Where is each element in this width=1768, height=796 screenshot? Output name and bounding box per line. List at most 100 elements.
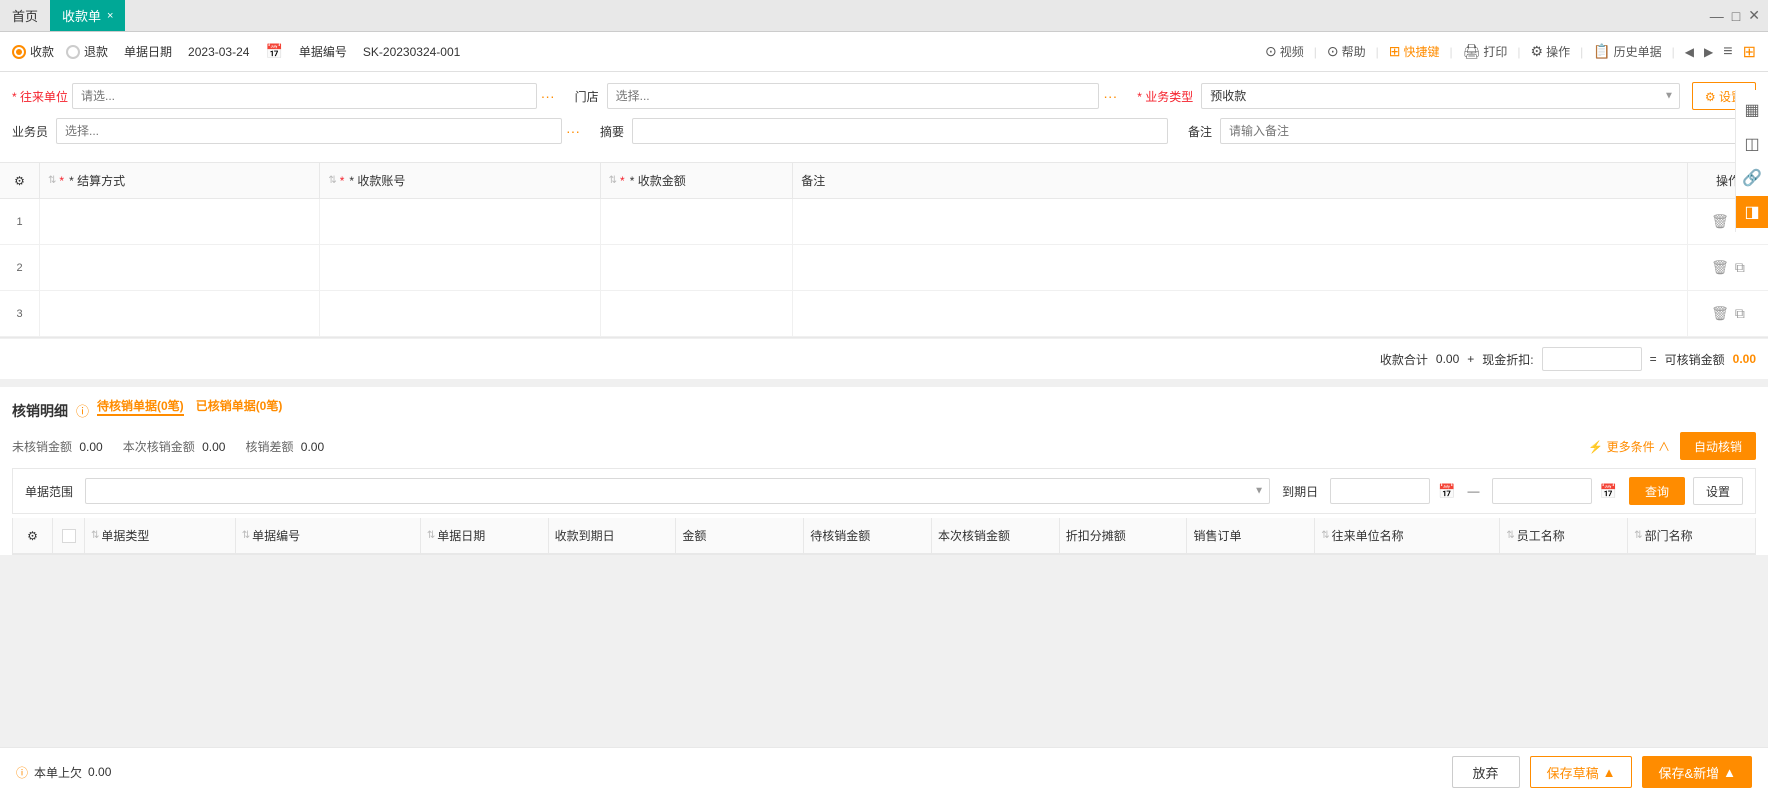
window-close-icon[interactable]: ✕ xyxy=(1748,7,1760,24)
row-delete-icon-2[interactable]: 🗑 xyxy=(1711,259,1729,276)
bottom-th-gear[interactable]: ⚙ xyxy=(13,518,53,553)
row-delete-icon-1[interactable]: 🗑 xyxy=(1711,213,1729,230)
bottom-th-salesorder-label: 销售订单 xyxy=(1193,527,1241,544)
row-remark-2[interactable] xyxy=(793,245,1688,290)
summary-label: 摘要 xyxy=(600,123,624,140)
layout-grid-icon[interactable]: ⊞ xyxy=(1743,42,1756,62)
save-draft-button[interactable]: 保存草稿 ▲ xyxy=(1530,756,1633,788)
total-value: 0.00 xyxy=(1436,352,1459,366)
row-delete-icon-3[interactable]: 🗑 xyxy=(1711,305,1729,322)
bottom-th-amount: 金额 xyxy=(676,518,804,553)
bottom-table-header: ⚙ ⇅ 单据类型 ⇅ 单据编号 ⇅ 单据日期 收款到期日 金额 xyxy=(13,518,1755,554)
settings-icon: ⚙ xyxy=(1705,90,1716,104)
staff-label: 业务员 xyxy=(12,123,48,140)
row-account-2[interactable] xyxy=(320,245,600,290)
nav-next-icon[interactable]: ▶ xyxy=(1704,45,1713,59)
verify-actions: ⚡ 更多条件 ∧ 自动核销 xyxy=(1588,432,1756,460)
video-label: 视频 xyxy=(1280,43,1304,60)
row-num-3: 3 xyxy=(0,291,40,336)
receipt-radio[interactable]: 收款 xyxy=(12,43,54,60)
row-settlement-1[interactable] xyxy=(40,199,320,244)
sidebar-doc-icon[interactable]: ◫ xyxy=(1736,128,1768,160)
operation-label: 操作 xyxy=(1546,43,1570,60)
discard-button[interactable]: 放弃 xyxy=(1452,756,1520,788)
due-date-start-input[interactable]: 2022-04-01 xyxy=(1330,478,1430,504)
more-conditions-btn[interactable]: ⚡ 更多条件 ∧ xyxy=(1588,438,1670,455)
row-copy-icon-3[interactable]: ⧉ xyxy=(1735,305,1745,322)
counterparty-field: * 往来单位 ··· xyxy=(12,83,555,109)
section-info-icon[interactable]: ⓘ xyxy=(76,401,89,420)
tab-receipt[interactable]: 收款单 × xyxy=(50,0,125,31)
row-remark-3[interactable] xyxy=(793,291,1688,336)
discount-label: 现金折扣: xyxy=(1482,351,1533,368)
date-range-label: 单据范围 xyxy=(25,483,73,500)
row-amount-2[interactable] xyxy=(601,245,794,290)
counterparty-input[interactable] xyxy=(72,83,537,109)
due-date-end-input[interactable]: 2022-04-12 xyxy=(1492,478,1592,504)
window-minimize-icon[interactable]: — xyxy=(1710,8,1724,24)
pending-tab[interactable]: 待核销单据(0笔) xyxy=(97,397,184,416)
row-settlement-3[interactable] xyxy=(40,291,320,336)
query-button[interactable]: 查询 xyxy=(1629,477,1685,505)
row-account-1[interactable] xyxy=(320,199,600,244)
print-btn[interactable]: 🖨 打印 xyxy=(1463,43,1508,60)
summary-row: 收款合计 0.00 + 现金折扣: = 可核销金额 0.00 xyxy=(0,338,1768,379)
table-row: 3 🗑 ⧉ xyxy=(0,291,1768,337)
staff-more-icon[interactable]: ··· xyxy=(566,123,580,139)
th-remark: 备注 xyxy=(793,163,1688,198)
cal-end-icon[interactable]: 📅 xyxy=(1600,483,1617,500)
sort-counterparty-icon: ⇅ xyxy=(1321,530,1329,541)
date-label: 单据日期 xyxy=(124,43,172,60)
unverified-label: 未核销金额 0.00 xyxy=(12,438,103,455)
row-copy-icon-2[interactable]: ⧉ xyxy=(1735,259,1745,276)
store-input[interactable] xyxy=(607,83,1100,109)
summary-input[interactable] xyxy=(632,118,1168,144)
current-verify-label-text: 本次核销金额 xyxy=(123,440,195,454)
store-more-icon[interactable]: ··· xyxy=(1103,88,1117,104)
cal-start-icon[interactable]: 📅 xyxy=(1438,483,1455,500)
save-new-label: 保存&新增 xyxy=(1658,763,1719,782)
layout-list-icon[interactable]: ≡ xyxy=(1723,43,1732,61)
sidebar-table-icon[interactable]: ▦ xyxy=(1736,94,1768,126)
section-title-text: 核销明细 xyxy=(12,401,68,421)
refund-radio[interactable]: 退款 xyxy=(66,43,108,60)
toolbar-actions: ⊙ 视频 | ⊙ 帮助 | ⊞ 快捷键 | 🖨 打印 | ⚙ 操作 | 📋 历史… xyxy=(1265,42,1756,62)
row-amount-1[interactable] xyxy=(601,199,794,244)
video-btn[interactable]: ⊙ 视频 xyxy=(1265,43,1304,60)
history-label: 历史单据 xyxy=(1614,43,1662,60)
auto-verify-button[interactable]: 自动核销 xyxy=(1680,432,1756,460)
biztype-select[interactable]: 预收款 xyxy=(1201,83,1680,109)
date-range-select-wrapper: ▼ xyxy=(85,478,1270,504)
discount-input[interactable] xyxy=(1542,347,1642,371)
tab-home[interactable]: 首页 xyxy=(0,0,50,31)
staff-input[interactable] xyxy=(56,118,562,144)
date-range-select[interactable] xyxy=(85,478,1270,504)
select-all-checkbox[interactable] xyxy=(62,529,76,543)
draft-arrow-icon: ▲ xyxy=(1603,765,1616,780)
biztype-label: * 业务类型 xyxy=(1137,88,1193,105)
tab-home-label: 首页 xyxy=(12,6,38,25)
verify-setting-button[interactable]: 设置 xyxy=(1693,477,1743,505)
help-btn[interactable]: ⊙ 帮助 xyxy=(1327,43,1366,60)
row-amount-3[interactable] xyxy=(601,291,794,336)
th-settlement-label: * 结算方式 xyxy=(69,172,125,189)
store-label: 门店 xyxy=(575,88,599,105)
counterparty-more-icon[interactable]: ··· xyxy=(541,88,555,104)
tab-close-icon[interactable]: × xyxy=(107,10,113,22)
sidebar-chat-icon[interactable]: ◨ xyxy=(1736,196,1768,228)
operation-btn[interactable]: ⚙ 操作 xyxy=(1531,43,1571,60)
sidebar-clip-icon[interactable]: 🔗 xyxy=(1736,162,1768,194)
unverified-amount-value: 0.00 xyxy=(79,440,102,454)
window-maximize-icon[interactable]: □ xyxy=(1732,8,1740,24)
row-settlement-2[interactable] xyxy=(40,245,320,290)
save-new-button[interactable]: 保存&新增 ▲ xyxy=(1642,756,1752,788)
shortcut-btn[interactable]: ⊞ 快捷键 xyxy=(1389,43,1440,60)
row-remark-1[interactable] xyxy=(793,199,1688,244)
remark-input[interactable] xyxy=(1220,118,1756,144)
th-gear[interactable]: ⚙ xyxy=(0,163,40,198)
history-btn[interactable]: 📋 历史单据 xyxy=(1593,43,1661,60)
row-account-3[interactable] xyxy=(320,291,600,336)
verified-tab[interactable]: 已核销单据(0笔) xyxy=(196,397,283,416)
nav-prev-icon[interactable]: ◀ xyxy=(1685,45,1694,59)
date-picker-icon[interactable]: 📅 xyxy=(265,43,282,60)
